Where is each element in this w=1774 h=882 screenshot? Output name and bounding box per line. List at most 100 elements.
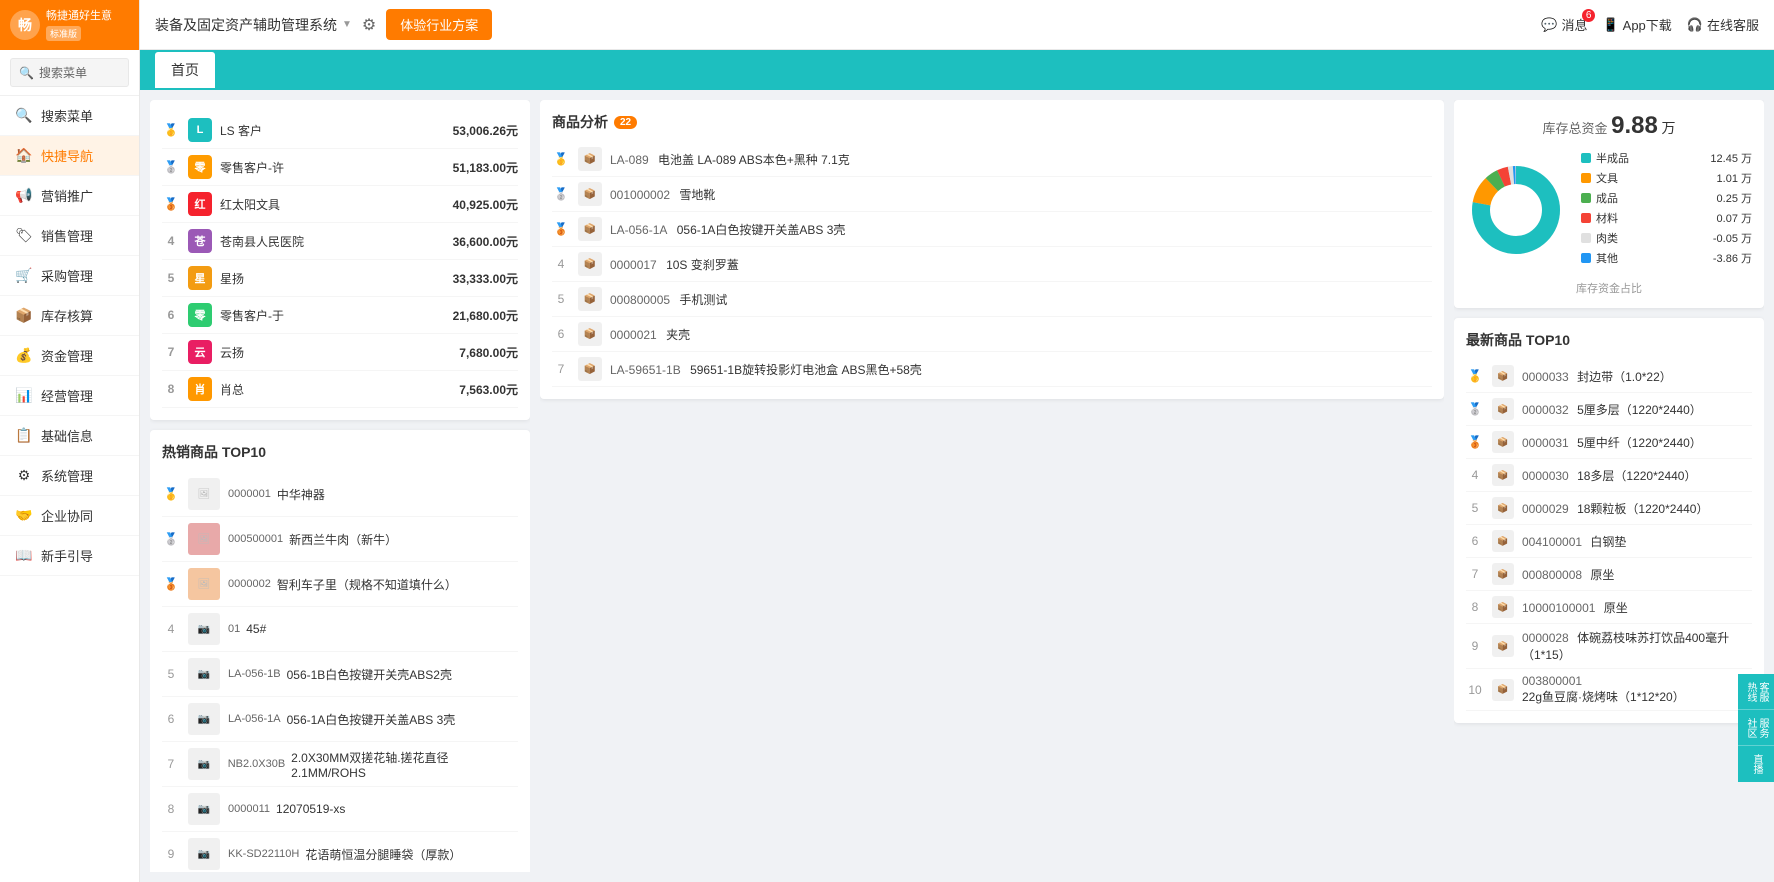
- product-image: 📷: [188, 658, 220, 690]
- sidebar-item-marketing[interactable]: 📢 营销推广: [0, 176, 139, 216]
- float-btn-服务社区[interactable]: 服务社区: [1738, 710, 1774, 746]
- sold-rank-num: 6: [552, 327, 570, 341]
- sold-info: LA-59651-1B 59651-1B旋转投影灯电池盒 ABS黑色+58壳: [610, 361, 1432, 378]
- sidebar-item-guide[interactable]: 📖新手引导: [0, 536, 139, 576]
- legend-name: 材料: [1596, 210, 1712, 226]
- main-area: 装备及固定资产辅助管理系统 ▼ ⚙ 体验行业方案 💬 消息 6 📱 App下载 …: [140, 0, 1774, 882]
- sidebar-item-purchase[interactable]: 🛒采购管理: [0, 256, 139, 296]
- product-code: 01: [228, 623, 240, 635]
- product-name: 花语萌恒温分腿睡袋（厚款）: [305, 846, 461, 863]
- rank-item: 6 零 零售客户-于 21,680.00元: [162, 297, 518, 334]
- trial-button[interactable]: 体验行业方案: [386, 9, 492, 40]
- legend-name: 成品: [1596, 190, 1712, 206]
- product-name: 中华神器: [277, 486, 325, 503]
- inventory-total-label: 库存总资金: [1543, 121, 1608, 136]
- sidebar-item-quick-nav[interactable]: 🏠快捷导航: [0, 136, 139, 176]
- sidebar-item-finance[interactable]: 💰资金管理: [0, 336, 139, 376]
- sold-name: 056-1A白色按键开关盖ABS 3壳: [677, 223, 846, 237]
- new-product-code: 0000030: [1522, 469, 1569, 483]
- search-menu-button[interactable]: 🔍 搜索菜单: [10, 58, 129, 87]
- product-row: NB2.0X30B 2.0X30MM双搓花轴.搓花直径2.1MM/ROHS: [228, 749, 518, 780]
- app-download-label: App下载: [1623, 15, 1672, 34]
- donut-chart: [1466, 160, 1566, 260]
- rank-number: 7: [162, 345, 180, 359]
- sold-info: LA-089 电池盖 LA-089 ABS本色+黑种 7.1克: [610, 151, 1432, 168]
- rank-number: 5: [162, 271, 180, 285]
- rank-amount: 53,006.26元: [453, 122, 518, 139]
- message-button[interactable]: 💬 消息 6: [1541, 15, 1587, 34]
- sold-item: 4 📦 0000017 10S 变刹罗蓋: [552, 247, 1432, 282]
- product-code: 0000002: [228, 578, 271, 590]
- sidebar-item-label: 营销推广: [41, 186, 93, 205]
- sold-item: 7 📦 LA-59651-1B 59651-1B旋转投影灯电池盒 ABS黑色+5…: [552, 352, 1432, 387]
- new-product-icon: 📦: [1492, 563, 1514, 585]
- new-product-item: 🥉 📦 0000031 5厘中纤（1220*2440）: [1466, 426, 1752, 459]
- sidebar-item-sales[interactable]: 🏷销售管理: [0, 216, 139, 256]
- inventory-total: 库存总资金 9.88 万: [1466, 112, 1752, 140]
- rank-name: 云扬: [220, 344, 451, 361]
- new-product-item: 5 📦 0000029 18颗粒板（1220*2440）: [1466, 492, 1752, 525]
- rank-amount: 40,925.00元: [453, 196, 518, 213]
- new-product-name: 18多层（1220*2440）: [1577, 469, 1696, 483]
- hot-product-item: 🥈 🖼 000500001 新西兰牛肉（新牛）: [162, 517, 518, 562]
- new-product-item: 10 📦 003800001 22g鱼豆腐·烧烤味（1*12*20）: [1466, 669, 1752, 711]
- sold-code: 0000017: [610, 258, 657, 272]
- top-sold-badge: 22: [614, 116, 637, 129]
- marketing-icon: 📢: [15, 187, 33, 204]
- new-product-icon: 📦: [1492, 596, 1514, 618]
- product-name: 056-1B白色按键开关壳ABS2壳: [287, 666, 452, 683]
- rank-number: 6: [162, 308, 180, 322]
- settings-icon[interactable]: ⚙: [362, 15, 376, 35]
- sold-code: 001000002: [610, 188, 670, 202]
- float-btn-客服热线[interactable]: 客服热线: [1738, 674, 1774, 710]
- sold-rank-num: 🥇: [552, 152, 570, 166]
- new-product-code: 003800001: [1522, 674, 1582, 688]
- sidebar-item-search[interactable]: 🔍搜索菜单: [0, 96, 139, 136]
- inventory-total-unit: 万: [1661, 120, 1675, 136]
- new-product-rank-num: 🥈: [1466, 402, 1484, 416]
- legend-value: -0.05 万: [1713, 230, 1752, 246]
- new-product-info: 10000100001 原坐: [1522, 599, 1752, 616]
- rank-number: 4: [162, 234, 180, 248]
- dropdown-icon: ▼: [342, 19, 352, 30]
- rank-avatar: 云: [188, 340, 212, 364]
- new-product-item: 4 📦 0000030 18多层（1220*2440）: [1466, 459, 1752, 492]
- sold-info: 000800005 手机测试: [610, 291, 1432, 308]
- float-btn-直播[interactable]: 直播: [1738, 746, 1774, 782]
- product-row: 0000002 智利车子里（规格不知道填什么）: [228, 576, 457, 593]
- new-product-icon: 📦: [1492, 398, 1514, 420]
- sold-item: 6 📦 0000021 夹壳: [552, 317, 1432, 352]
- product-rank-num: 4: [162, 622, 180, 636]
- product-rank-num: 🥉: [162, 577, 180, 591]
- rank-number: 🥉: [162, 197, 180, 211]
- sidebar-item-operations[interactable]: 📊经营管理: [0, 376, 139, 416]
- rank-item: 🥉 红 红太阳文具 40,925.00元: [162, 186, 518, 223]
- enterprise-icon: 🤝: [15, 507, 33, 524]
- legend-name: 肉类: [1596, 230, 1708, 246]
- product-code: NB2.0X30B: [228, 758, 285, 770]
- search-icon: 🔍: [15, 107, 33, 124]
- hot-products-title: 热销商品 TOP10: [162, 442, 518, 462]
- sidebar-search-area[interactable]: 🔍 搜索菜单: [0, 50, 139, 96]
- tab-home[interactable]: 首页: [155, 52, 215, 88]
- app-download-button[interactable]: 📱 App下载: [1602, 15, 1671, 34]
- inventory-icon: 📦: [15, 307, 33, 324]
- new-product-rank-num: 7: [1466, 567, 1484, 581]
- finance-icon: 💰: [15, 347, 33, 364]
- rank-avatar: 零: [188, 155, 212, 179]
- sidebar-item-system[interactable]: ⚙系统管理: [0, 456, 139, 496]
- new-product-item: 9 📦 0000028 体碗荔枝味苏打饮品400毫升（1*15）: [1466, 624, 1752, 669]
- online-service-button[interactable]: 🎧 在线客服: [1687, 15, 1759, 34]
- operations-icon: 📊: [15, 387, 33, 404]
- product-code: LA-056-1B: [228, 668, 281, 680]
- guide-icon: 📖: [15, 547, 33, 564]
- legend-name: 其他: [1596, 250, 1708, 266]
- sidebar-item-inventory[interactable]: 📦库存核算: [0, 296, 139, 336]
- sidebar-item-enterprise[interactable]: 🤝企业协同: [0, 496, 139, 536]
- legend-item: 肉类 -0.05 万: [1581, 230, 1752, 246]
- sidebar-item-basic[interactable]: 📋基础信息: [0, 416, 139, 456]
- rank-item: 4 苍 苍南县人民医院 36,600.00元: [162, 223, 518, 260]
- basic-icon: 📋: [15, 427, 33, 444]
- new-product-rank-num: 🥉: [1466, 435, 1484, 449]
- system-name-selector[interactable]: 装备及固定资产辅助管理系统 ▼: [155, 15, 352, 35]
